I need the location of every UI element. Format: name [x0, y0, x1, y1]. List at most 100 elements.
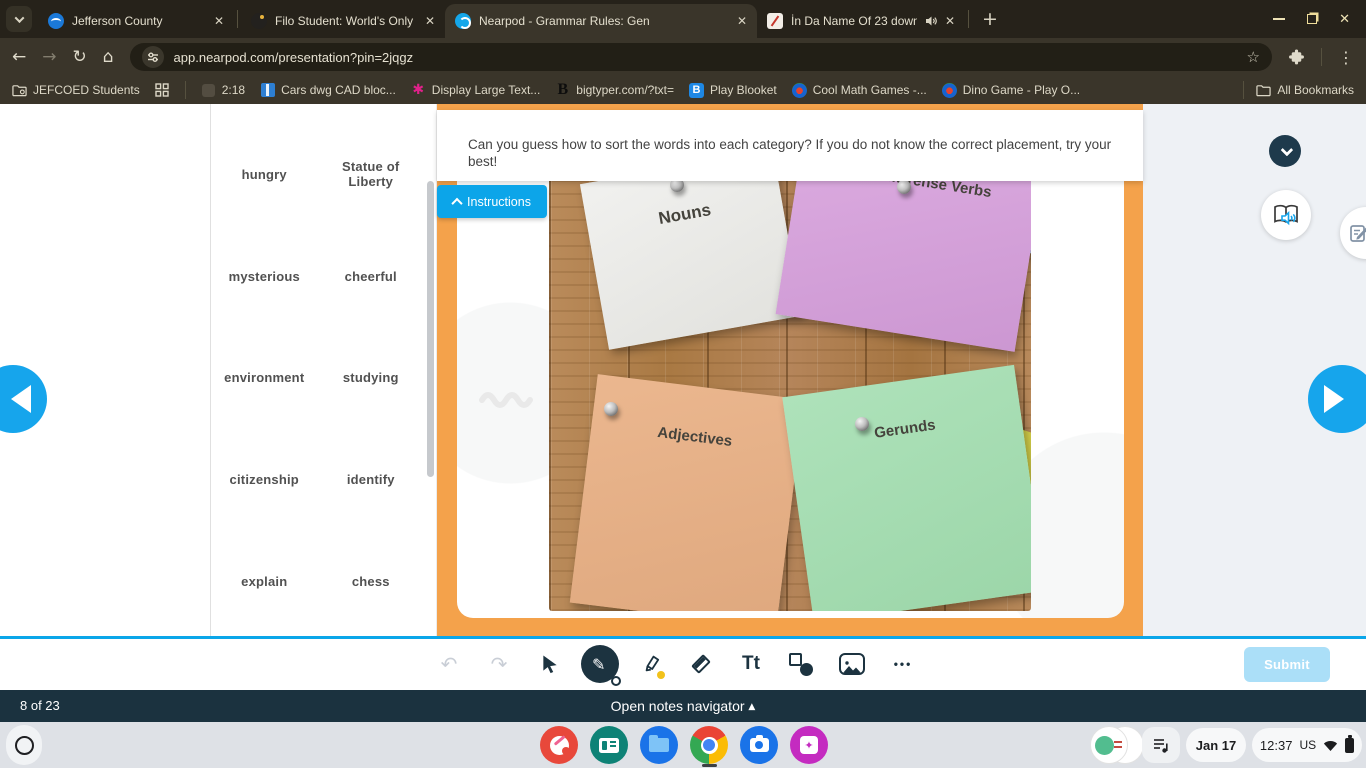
tab-audio-icon[interactable] [925, 15, 937, 27]
submit-button[interactable]: Submit [1244, 647, 1330, 682]
next-slide-button[interactable] [1308, 365, 1366, 433]
tab-title: Filo Student: World's Only Live I [275, 14, 417, 28]
bookmark-timer[interactable]: 2:18 [201, 83, 245, 98]
date-button[interactable]: Jan 17 [1186, 728, 1246, 762]
close-tab-icon[interactable]: ✕ [425, 14, 435, 28]
insert-image-tool[interactable] [839, 653, 865, 675]
close-tab-icon[interactable]: ✕ [737, 14, 747, 28]
word-tile[interactable]: studying [318, 358, 425, 398]
image-icon [839, 653, 865, 675]
immersive-reader-button[interactable] [1261, 190, 1311, 240]
launcher-button[interactable] [6, 725, 42, 765]
pencil-tool-selected[interactable]: ✎ [581, 645, 621, 686]
push-pin [897, 180, 911, 194]
scroll-down-button[interactable] [1269, 135, 1301, 167]
undo-icon[interactable]: ↶ [441, 652, 458, 676]
camera-app-icon[interactable] [740, 726, 778, 764]
word-tile[interactable]: citizenship [211, 460, 318, 500]
notification-previews[interactable] [1090, 726, 1150, 764]
eraser-tool[interactable] [691, 654, 711, 674]
word-tile[interactable]: mysterious [211, 257, 318, 297]
bookmark-label: Cool Math Games -... [812, 83, 927, 97]
instructions-button[interactable]: Instructions [437, 185, 547, 218]
bookmark-display-large-text[interactable]: ✱ Display Large Text... [411, 82, 540, 98]
pointer-tool[interactable] [541, 654, 560, 674]
word-panel-scrollbar[interactable] [427, 181, 434, 477]
more-tools-button[interactable]: ••• [894, 657, 913, 671]
status-tray[interactable]: 12:37 US [1252, 728, 1362, 762]
media-controls-button[interactable] [1142, 727, 1180, 763]
keyboard-layout: US [1299, 738, 1317, 752]
extensions-icon[interactable] [1288, 49, 1305, 66]
bookmarks-bar: JEFCOED Students 2:18 Cars dwg CAD bloc.… [0, 76, 1366, 104]
restore-icon[interactable] [1307, 14, 1318, 24]
notification-thumbnail[interactable] [1090, 726, 1128, 764]
notes-pencil-button[interactable] [1340, 207, 1366, 259]
card-icon [599, 737, 619, 753]
bookmark-cars-cad[interactable]: Cars dwg CAD bloc... [260, 83, 396, 98]
browser-menu-icon[interactable]: ⋮ [1338, 48, 1354, 67]
canvas-app-icon[interactable] [540, 726, 578, 764]
word-tile[interactable]: chess [318, 562, 425, 602]
tab-audio-download[interactable]: İn Da Name Of 23 downnlo ✕ [757, 4, 965, 38]
tab-search-button[interactable] [6, 6, 32, 32]
apps-grid-icon[interactable] [155, 83, 170, 98]
chevron-down-icon [1280, 143, 1293, 156]
tab-jefferson-county[interactable]: Jefferson County ✕ [38, 4, 234, 38]
classroom-app-icon[interactable] [590, 726, 628, 764]
back-icon[interactable]: ← [12, 47, 26, 67]
bookmark-play-blooket[interactable]: B Play Blooket [689, 82, 777, 98]
folder-icon [1256, 83, 1271, 98]
forward-icon[interactable]: → [42, 47, 56, 67]
bookmark-label: Dino Game - Play O... [962, 83, 1081, 97]
status-dot [1095, 736, 1114, 755]
nearpod-favicon [455, 13, 471, 29]
blooket-icon: B [689, 82, 704, 98]
bookmark-star-icon[interactable]: ☆ [1247, 48, 1260, 66]
tab-title: İn Da Name Of 23 downnlo [791, 14, 917, 28]
circle-icon [800, 663, 813, 676]
category-gerunds[interactable]: Gerunds [782, 364, 1031, 611]
coolmath-icon [941, 82, 957, 98]
url-text[interactable]: app.nearpod.com/presentation?pin=2jqgz [174, 50, 414, 65]
notes-navigator-bar: 8 of 23 Open notes navigator ▲ [0, 690, 1366, 722]
bookmark-cool-math[interactable]: Cool Math Games -... [791, 82, 927, 98]
arrow-right-icon [1324, 385, 1344, 413]
bookmark-bigtyper[interactable]: B bigtyper.com/?txt= [555, 82, 674, 98]
tab-nearpod-active[interactable]: Nearpod - Grammar Rules: Gen ✕ [445, 4, 757, 38]
word-tile[interactable]: Statue of Liberty [318, 155, 425, 195]
word-tile[interactable]: hungry [211, 155, 318, 195]
bookmark-managed-folder[interactable]: JEFCOED Students [12, 83, 140, 98]
site-settings-icon[interactable] [141, 46, 164, 68]
bookmarks-separator [184, 81, 186, 99]
word-tile[interactable]: environment [211, 358, 318, 398]
screencast-app-icon[interactable]: ✦ [790, 726, 828, 764]
word-tile[interactable]: identify [318, 460, 425, 500]
text-tool[interactable]: Tt [742, 653, 760, 675]
shapes-tool[interactable] [789, 652, 813, 676]
minimize-icon[interactable] [1273, 18, 1286, 20]
chrome-app-icon[interactable] [690, 726, 728, 764]
close-tab-icon[interactable]: ✕ [945, 14, 955, 28]
preview-line [1114, 746, 1122, 748]
close-window-icon[interactable]: ✕ [1339, 12, 1350, 27]
redo-icon[interactable]: ↷ [491, 652, 508, 676]
new-tab-button[interactable]: + [982, 8, 998, 30]
push-pin [604, 402, 618, 416]
address-bar[interactable]: app.nearpod.com/presentation?pin=2jqgz ☆ [129, 43, 1272, 71]
close-tab-icon[interactable]: ✕ [214, 14, 224, 28]
files-app-icon[interactable] [640, 726, 678, 764]
tab-separator [968, 10, 969, 28]
bookmark-dino-game[interactable]: Dino Game - Play O... [941, 82, 1081, 98]
all-bookmarks-button[interactable]: All Bookmarks [1256, 83, 1354, 98]
word-tile[interactable]: explain [211, 562, 318, 602]
clock: 12:37 [1259, 737, 1293, 753]
window-controls: ✕ [1273, 12, 1356, 27]
triangle-up-icon: ▲ [748, 702, 756, 712]
highlighter-tool[interactable] [640, 653, 665, 679]
tab-filo-student[interactable]: Filo Student: World's Only Live I ✕ [241, 4, 445, 38]
home-icon[interactable]: ⌂ [103, 47, 114, 67]
reload-icon[interactable]: ↻ [73, 47, 87, 67]
word-tile[interactable]: cheerful [318, 257, 425, 297]
open-notes-navigator[interactable]: Open notes navigator ▲ [0, 690, 1366, 723]
